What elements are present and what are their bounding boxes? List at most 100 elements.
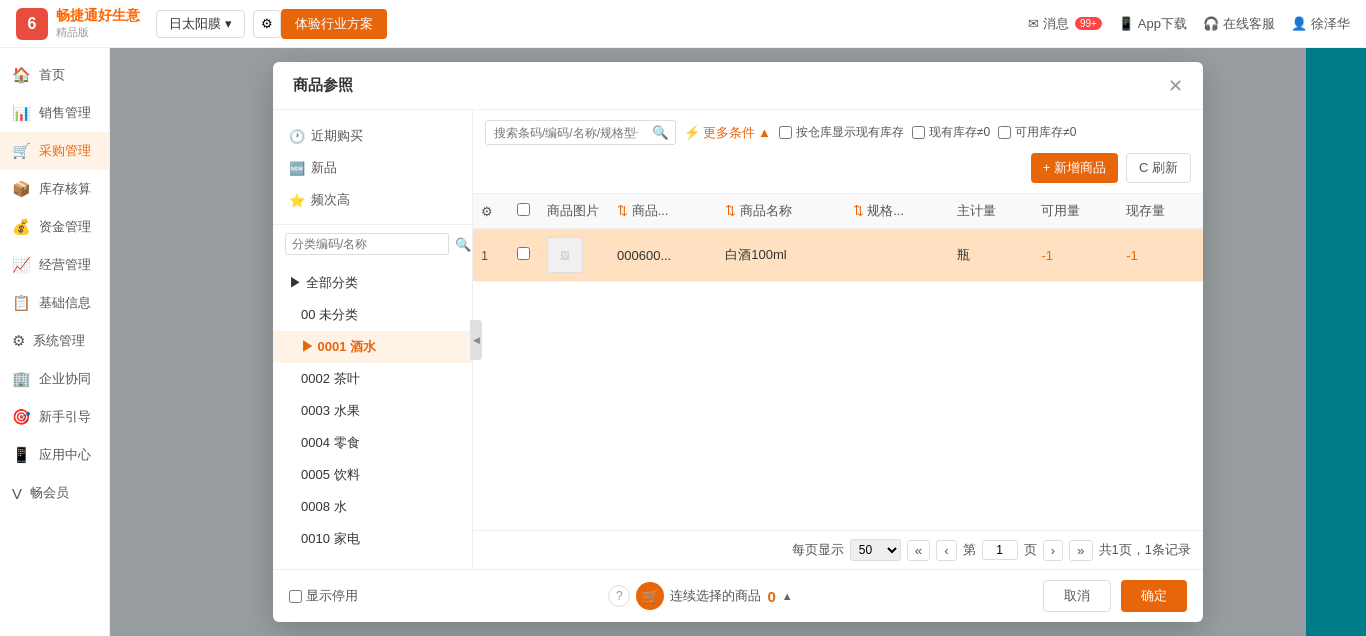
page-number-input[interactable]	[982, 540, 1018, 560]
finance-icon: 💰	[12, 218, 31, 236]
stock-nonzero-text: 现有库存≠0	[929, 124, 990, 141]
sidebar-item-apps[interactable]: 📱 应用中心	[0, 436, 109, 474]
sidebar-item-member[interactable]: V 畅会员	[0, 474, 109, 512]
show-disabled-checkbox[interactable]	[289, 590, 302, 603]
category-search-icon[interactable]: 🔍	[455, 237, 471, 252]
row-checkbox[interactable]	[517, 247, 530, 260]
purchase-icon: 🛒	[12, 142, 31, 160]
add-product-button[interactable]: + 新增商品	[1031, 153, 1118, 183]
warehouse-filter-label[interactable]: 按仓库显示现有库存	[779, 124, 904, 141]
warehouse-filter-checkbox[interactable]	[779, 126, 792, 139]
quick-access-list: 🕐 近期购买 🆕 新品 ⭐ 频次高	[273, 120, 472, 225]
cancel-button[interactable]: 取消	[1043, 580, 1111, 612]
last-page-button[interactable]: »	[1069, 540, 1092, 561]
pagination-row: 每页显示 50 10 20 100 « ‹ 第 页	[473, 530, 1203, 569]
product-search-wrap: 🔍	[485, 120, 676, 145]
quick-new[interactable]: 🆕 新品	[273, 152, 472, 184]
cat-fruit[interactable]: 0003 水果	[273, 395, 472, 427]
cat-all[interactable]: ▶ 全部分类	[273, 267, 472, 299]
sidebar-item-label: 系统管理	[33, 332, 85, 350]
sidebar-item-label: 新手引导	[39, 408, 91, 426]
per-page-label: 每页显示	[792, 541, 844, 559]
modal-title: 商品参照	[293, 76, 353, 95]
row-spec	[845, 229, 949, 282]
more-filter-button[interactable]: ⚡ 更多条件 ▲	[684, 124, 771, 142]
stock-nonzero-label[interactable]: 现有库存≠0	[912, 124, 990, 141]
cat-liquor[interactable]: ▶ 0001 酒水	[273, 331, 472, 363]
quick-frequent-label: 频次高	[311, 191, 350, 209]
next-page-button[interactable]: ›	[1043, 540, 1063, 561]
prev-page-button[interactable]: ‹	[936, 540, 956, 561]
available-nonzero-label[interactable]: 可用库存≠0	[998, 124, 1076, 141]
cat-tea[interactable]: 0002 茶叶	[273, 363, 472, 395]
show-disabled-text: 显示停用	[306, 587, 358, 605]
row-check[interactable]	[509, 229, 539, 282]
system-icon: ⚙	[12, 332, 25, 350]
total-label: 共1页，1条记录	[1099, 541, 1191, 559]
table-row[interactable]: 1 🖼 000600... 白酒100ml	[473, 229, 1203, 282]
select-all-checkbox[interactable]	[517, 203, 530, 216]
app-download-button[interactable]: 📱 App下载	[1118, 15, 1187, 33]
sidebar-item-finance[interactable]: 💰 资金管理	[0, 208, 109, 246]
messages-label: 消息	[1043, 15, 1069, 33]
first-page-button[interactable]: «	[907, 540, 930, 561]
sales-icon: 📊	[12, 104, 31, 122]
settings-icon[interactable]: ⚙	[253, 10, 281, 38]
cat-appliance[interactable]: 0010 家电	[273, 523, 472, 555]
col-code-sort-icon: ⇅	[617, 203, 628, 218]
quick-frequent[interactable]: ⭐ 频次高	[273, 184, 472, 216]
cart-label: 连续选择的商品	[670, 587, 761, 605]
panel-collapse-button[interactable]: ◀	[470, 320, 482, 360]
cart-icon[interactable]: 🛒	[636, 582, 664, 610]
member-icon: V	[12, 485, 22, 502]
main-content: 商品参照 ✕ 🕐 近期购买 🆕	[110, 48, 1366, 636]
modal-body: 🕐 近期购买 🆕 新品 ⭐ 频次高	[273, 110, 1203, 569]
refresh-button[interactable]: C 刷新	[1126, 153, 1191, 183]
col-spec[interactable]: ⇅ 规格...	[845, 194, 949, 229]
col-settings[interactable]: ⚙	[473, 194, 509, 229]
modal-close-button[interactable]: ✕	[1168, 77, 1183, 95]
sidebar-item-enterprise[interactable]: 🏢 企业协同	[0, 360, 109, 398]
navbar: 6 畅捷通好生意 精品版 日太阳膜 ▾ ⚙ 体验行业方案 ✉ 消息 99+ 📱 …	[0, 0, 1366, 48]
exp-button[interactable]: 体验行业方案	[281, 9, 387, 39]
warehouse-filter-text: 按仓库显示现有库存	[796, 124, 904, 141]
stock-nonzero-checkbox[interactable]	[912, 126, 925, 139]
sidebar-item-sales[interactable]: 📊 销售管理	[0, 94, 109, 132]
col-check	[509, 194, 539, 229]
sidebar-item-label: 经营管理	[39, 256, 91, 274]
basic-icon: 📋	[12, 294, 31, 312]
messages-button[interactable]: ✉ 消息 99+	[1028, 15, 1102, 33]
help-button[interactable]: ?	[608, 585, 630, 607]
new-icon: 🆕	[289, 161, 305, 176]
quick-recent[interactable]: 🕐 近期购买	[273, 120, 472, 152]
headset-icon: 🎧	[1203, 16, 1219, 31]
cart-collapse-icon[interactable]: ▲	[782, 590, 793, 602]
col-stock: 现存量	[1118, 194, 1203, 229]
sidebar-item-home[interactable]: 🏠 首页	[0, 56, 109, 94]
product-search-input[interactable]	[486, 122, 646, 144]
col-spec-sort-icon: ⇅	[853, 203, 864, 218]
sidebar-item-basic[interactable]: 📋 基础信息	[0, 284, 109, 322]
show-disabled-label[interactable]: 显示停用	[289, 587, 358, 605]
cat-snack[interactable]: 0004 零食	[273, 427, 472, 459]
col-unit: 主计量	[949, 194, 1034, 229]
sidebar-item-operation[interactable]: 📈 经营管理	[0, 246, 109, 284]
branch-selector[interactable]: 日太阳膜 ▾	[156, 10, 245, 38]
sidebar-item-purchase[interactable]: 🛒 采购管理	[0, 132, 109, 170]
col-name[interactable]: ⇅ 商品名称	[717, 194, 844, 229]
star-icon: ⭐	[289, 193, 305, 208]
service-button[interactable]: 🎧 在线客服	[1203, 15, 1275, 33]
product-search-button[interactable]: 🔍	[646, 121, 675, 144]
sidebar-item-guide[interactable]: 🎯 新手引导	[0, 398, 109, 436]
sidebar-item-system[interactable]: ⚙ 系统管理	[0, 322, 109, 360]
available-nonzero-checkbox[interactable]	[998, 126, 1011, 139]
cat-water[interactable]: 0008 水	[273, 491, 472, 523]
user-button[interactable]: 👤 徐泽华	[1291, 15, 1350, 33]
cat-beverage[interactable]: 0005 饮料	[273, 459, 472, 491]
sidebar-item-inventory[interactable]: 📦 库存核算	[0, 170, 109, 208]
per-page-select[interactable]: 50 10 20 100	[850, 539, 901, 561]
cat-uncategorized[interactable]: 00 未分类	[273, 299, 472, 331]
col-code[interactable]: ⇅ 商品...	[609, 194, 717, 229]
confirm-button[interactable]: 确定	[1121, 580, 1187, 612]
category-search-input[interactable]	[285, 233, 449, 255]
